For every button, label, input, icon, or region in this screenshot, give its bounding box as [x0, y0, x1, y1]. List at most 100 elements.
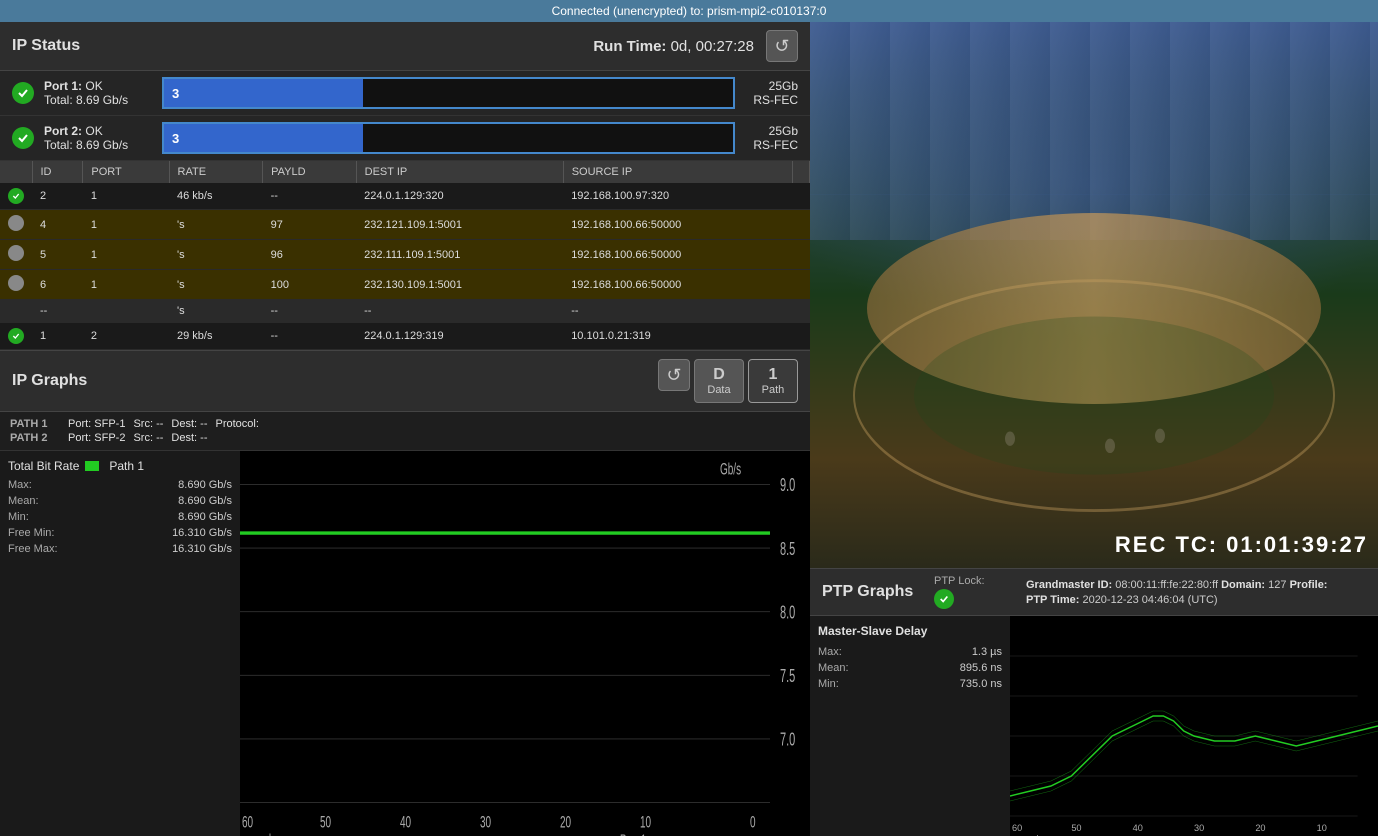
row-port: 1 — [83, 240, 169, 270]
row-rate: 46 kb/s — [169, 183, 263, 210]
ip-graphs-header: IP Graphs ↺ D Data 1 Path — [0, 350, 810, 412]
svg-text:60: 60 — [1012, 823, 1022, 833]
ptp-lock-section: PTP Lock: — [934, 575, 1014, 609]
ip-graphs-reset-button[interactable]: ↺ — [658, 359, 690, 391]
timecode-value: 01:01:39:27 — [1226, 532, 1368, 557]
row-rate: 's — [169, 300, 263, 323]
ptp-max: Max: 1.3 µs — [818, 644, 1002, 660]
ip-graphs-title: IP Graphs — [12, 372, 87, 390]
title-bar: Connected (unencrypted) to: prism-mpi2-c… — [0, 0, 1378, 22]
graph-stats: Total Bit Rate Path 1 Max: 8.690 Gb/s Me… — [0, 451, 240, 836]
data-button[interactable]: D Data — [694, 359, 744, 403]
row-status-icon — [8, 215, 24, 231]
legend-color — [85, 461, 99, 471]
table-row: -- 's -- -- -- — [0, 300, 810, 323]
connection-status: Connected (unencrypted) to: prism-mpi2-c… — [552, 4, 827, 18]
port2-info: Port 2: OK Total: 8.69 Gb/s — [44, 124, 154, 152]
ptp-header: PTP Graphs PTP Lock: Grandmaster ID: 08:… — [810, 569, 1378, 616]
svg-text:9.0: 9.0 — [780, 475, 795, 496]
row-source-ip: -- — [563, 300, 792, 323]
path1-port: Port: SFP-1 — [68, 418, 125, 430]
row-port: 1 — [83, 210, 169, 240]
row-id: 5 — [32, 240, 83, 270]
row-icon-cell — [0, 323, 32, 350]
svg-text:50: 50 — [1071, 823, 1081, 833]
svg-text:50: 50 — [320, 813, 331, 831]
row-rate: 's — [169, 240, 263, 270]
row-source-ip: 192.168.100.66:50000 — [563, 210, 792, 240]
stats-max: Max: 8.690 Gb/s — [8, 477, 232, 493]
row-dest-ip: 224.0.1.129:320 — [356, 183, 563, 210]
ptp-title: PTP Graphs — [822, 583, 922, 601]
row-dest-ip: 232.130.109.1:5001 — [356, 270, 563, 300]
row-rate: 29 kb/s — [169, 323, 263, 350]
runtime-label: Run Time: 0d, 00:27:28 — [593, 38, 754, 55]
table-row: 6 1 's 100 232.130.109.1:5001 192.168.10… — [0, 270, 810, 300]
video-area: REC TC: 01:01:39:27 — [810, 22, 1378, 568]
row-port: 1 — [83, 183, 169, 210]
path-label: Path — [762, 384, 785, 396]
table-row: 5 1 's 96 232.111.109.1:5001 192.168.100… — [0, 240, 810, 270]
row-status-icon — [8, 245, 24, 261]
path-button[interactable]: 1 Path — [748, 359, 798, 403]
row-payld: -- — [263, 323, 357, 350]
row-source-ip: 192.168.100.66:50000 — [563, 270, 792, 300]
stats-title: Total Bit Rate — [8, 459, 79, 473]
svg-text:30: 30 — [480, 813, 491, 831]
rec-label: REC TC: — [1115, 532, 1218, 557]
row-source-ip: 10.101.0.21:319 — [563, 323, 792, 350]
svg-text:Gb/s: Gb/s — [720, 460, 741, 478]
row-dest-ip: -- — [356, 300, 563, 323]
row-scroll — [793, 323, 810, 350]
ip-status-reset-button[interactable]: ↺ — [766, 30, 798, 62]
ptp-mean: Mean: 895.6 ns — [818, 660, 1002, 676]
row-id: 4 — [32, 210, 83, 240]
ptp-graphs-area: Master-Slave Delay Max: 1.3 µs Mean: 895… — [810, 616, 1378, 836]
main-chart: 9.0 8.5 8.0 7.5 7.0 Gb/s 60 50 40 30 20 … — [240, 451, 810, 836]
svg-text:10: 10 — [640, 813, 651, 831]
svg-text:40: 40 — [1133, 823, 1143, 833]
row-port: 1 — [83, 270, 169, 300]
graph-area: Total Bit Rate Path 1 Max: 8.690 Gb/s Me… — [0, 451, 810, 836]
port1-status-icon — [12, 82, 34, 104]
row-icon-cell — [0, 210, 32, 240]
row-rate: 's — [169, 270, 263, 300]
row-icon-cell — [0, 270, 32, 300]
row-status-icon — [8, 328, 24, 344]
timecode-display: REC TC: 01:01:39:27 — [1115, 532, 1368, 558]
row-id: 1 — [32, 323, 83, 350]
row-dest-ip: 232.111.109.1:5001 — [356, 240, 563, 270]
ptp-section: PTP Graphs PTP Lock: Grandmaster ID: 08:… — [810, 568, 1378, 836]
stats-min: Min: 8.690 Gb/s — [8, 509, 232, 525]
port2-speed: 25Gb RS-FEC — [743, 124, 798, 152]
legend-label: Path 1 — [109, 459, 144, 473]
ip-table: ID PORT RATE PAYLD DEST IP SOURCE IP 2 1… — [0, 161, 810, 350]
ptp-info: Grandmaster ID: 08:00:11:ff:fe:22:80:ff … — [1026, 579, 1327, 606]
row-icon-cell — [0, 240, 32, 270]
port1-info: Port 1: OK Total: 8.69 Gb/s — [44, 79, 154, 107]
svg-text:7.0: 7.0 — [780, 730, 795, 751]
svg-text:8.5: 8.5 — [780, 539, 795, 560]
runtime-value: 0d, 00:27:28 — [671, 38, 754, 55]
col-rate: RATE — [169, 161, 263, 183]
row-status-icon — [8, 188, 24, 204]
ptp-stats: Master-Slave Delay Max: 1.3 µs Mean: 895… — [810, 616, 1010, 836]
stats-free-min: Free Min: 16.310 Gb/s — [8, 525, 232, 541]
row-icon-cell — [0, 183, 32, 210]
col-id: ID — [32, 161, 83, 183]
row-status-icon — [8, 275, 24, 291]
col-port: PORT — [83, 161, 169, 183]
ptp-lock-icon — [934, 589, 954, 609]
svg-text:20: 20 — [1255, 823, 1265, 833]
stats-free-max: Free Max: 16.310 Gb/s — [8, 541, 232, 557]
path1-label: PATH 1 — [10, 418, 60, 430]
svg-text:30: 30 — [1194, 823, 1204, 833]
col-scroll — [793, 161, 810, 183]
port2-bar: 3 — [162, 122, 735, 154]
port2-row: Port 2: OK Total: 8.69 Gb/s 3 25Gb RS-FE… — [0, 116, 810, 161]
table-row: 2 1 46 kb/s -- 224.0.1.129:320 192.168.1… — [0, 183, 810, 210]
row-payld: 96 — [263, 240, 357, 270]
row-rate: 's — [169, 210, 263, 240]
port1-row: Port 1: OK Total: 8.69 Gb/s 3 25Gb RS-FE… — [0, 71, 810, 116]
data-icon: D — [713, 366, 725, 384]
